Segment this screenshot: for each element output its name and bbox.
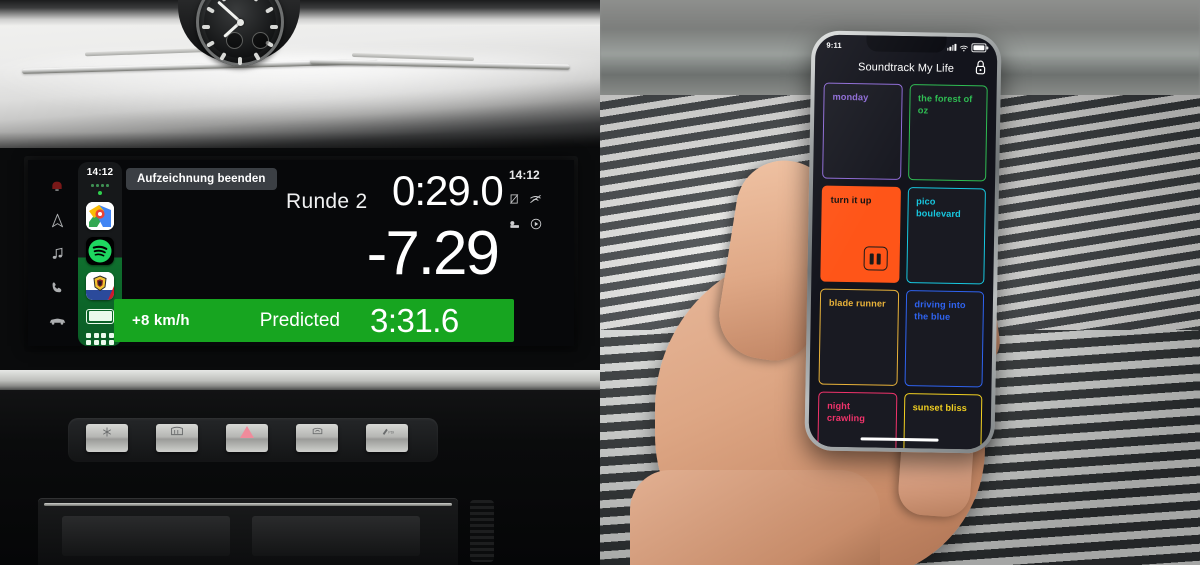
play-circle-icon xyxy=(530,217,542,235)
recirculate-button[interactable] xyxy=(296,424,338,452)
pdk-button[interactable]: PDK xyxy=(366,424,408,452)
predicted-label: Predicted xyxy=(259,309,340,331)
hazard-button[interactable] xyxy=(226,424,268,452)
carplay-status-dot xyxy=(98,190,102,195)
playlist-card[interactable]: driving into the blue xyxy=(903,290,985,388)
console-trim xyxy=(0,370,600,392)
predicted-lap-bar: +8 km/h Predicted 3:31.6 xyxy=(114,299,514,342)
phone-icon[interactable] xyxy=(46,277,68,299)
carplay-dock-time: 14:12 xyxy=(86,167,114,178)
playlist-card-title: night crawling xyxy=(826,400,866,423)
porsche-dashboard-photo: 14:12 Aufzeichnung beenden Runde 2 0:29.… xyxy=(0,0,600,565)
app-grid-icon[interactable] xyxy=(86,332,114,345)
playlist-card[interactable]: monday xyxy=(822,82,903,180)
defrost-button[interactable] xyxy=(86,424,128,452)
music-note-icon[interactable] xyxy=(46,243,68,265)
traffic-icon xyxy=(509,217,521,235)
phone-screen[interactable]: 9:11 Soundtrack My Life monday the fores… xyxy=(808,34,998,450)
ios-status-bar: 9:11 xyxy=(815,34,997,55)
speed-delta-label: +8 km/h xyxy=(132,312,190,329)
playlist-card-title: the forest of oz xyxy=(917,93,973,115)
pcm-side-rail[interactable] xyxy=(40,168,74,340)
playlist-card[interactable]: pico boulevard xyxy=(905,187,986,285)
playlist-card-title: sunset bliss xyxy=(912,402,968,414)
svg-text:PDK: PDK xyxy=(388,431,394,435)
lock-icon[interactable] xyxy=(974,59,987,75)
page-title: Soundtrack My Life xyxy=(857,61,955,75)
speaker-grille xyxy=(470,500,494,562)
spotify-app-icon[interactable] xyxy=(86,236,114,265)
playlist-card[interactable]: sunset bliss xyxy=(902,393,983,450)
phone-in-hand-photo: 9:11 Soundtrack My Life monday the fores… xyxy=(600,0,1200,565)
vent-chrome-bar xyxy=(44,503,452,506)
vent-fin-left xyxy=(62,516,230,556)
playlist-card[interactable]: night crawling xyxy=(816,391,897,450)
playlist-card-active[interactable]: turn it up xyxy=(820,185,901,283)
playlist-card-title: pico boulevard xyxy=(915,196,961,219)
clock-subdial-right xyxy=(252,32,269,49)
home-icon[interactable] xyxy=(46,176,68,198)
playlist-card-title: driving into the blue xyxy=(914,299,966,322)
playlist-card[interactable]: the forest of oz xyxy=(907,84,988,182)
playlist-card-title: monday xyxy=(832,91,869,103)
battery-icon xyxy=(86,308,117,324)
cellular-signal-icon xyxy=(946,43,957,52)
wrist xyxy=(630,470,880,565)
car-icon[interactable] xyxy=(46,310,68,332)
status-bar-time: 9:11 xyxy=(826,40,842,50)
pcm-status-time: 14:12 xyxy=(509,168,540,182)
battery-icon xyxy=(971,43,987,53)
vent-fin-right xyxy=(252,516,420,556)
pause-icon[interactable] xyxy=(862,246,888,271)
lap-label: Runde 2 xyxy=(286,190,368,213)
playlist-card[interactable]: blade runner xyxy=(818,288,899,386)
lap-delta-value: -7.29 xyxy=(366,219,500,288)
lap-time-value: 0:29.0 xyxy=(392,167,504,214)
no-wifi-icon xyxy=(529,192,542,210)
playlist-card-title: turn it up xyxy=(830,194,872,206)
rear-defrost-button[interactable] xyxy=(156,424,198,452)
navigation-icon[interactable] xyxy=(46,210,68,232)
stop-recording-button[interactable]: Aufzeichnung beenden xyxy=(126,168,277,190)
wifi-icon xyxy=(959,38,969,56)
playlist-card-grid[interactable]: monday the forest of oz turn it up pico … xyxy=(816,82,988,450)
porsche-track-precision-app-icon[interactable] xyxy=(86,271,114,300)
no-camera-icon xyxy=(509,192,520,210)
pcm-status-column: 14:12 xyxy=(505,168,565,235)
google-maps-app-icon[interactable] xyxy=(86,201,114,230)
iphone-device: 9:11 Soundtrack My Life monday the fores… xyxy=(804,30,1002,454)
clock-face xyxy=(202,0,278,65)
hazard-triangle-icon xyxy=(240,426,254,438)
screenshot-root: 14:12 Aufzeichnung beenden Runde 2 0:29.… xyxy=(0,0,1200,565)
predicted-time-value: 3:31.6 xyxy=(369,301,459,339)
clock-center-cap xyxy=(236,18,244,26)
playlist-card-title: blade runner xyxy=(828,297,886,309)
app-header: Soundtrack My Life xyxy=(815,54,997,81)
carplay-dock-dots xyxy=(91,184,109,187)
